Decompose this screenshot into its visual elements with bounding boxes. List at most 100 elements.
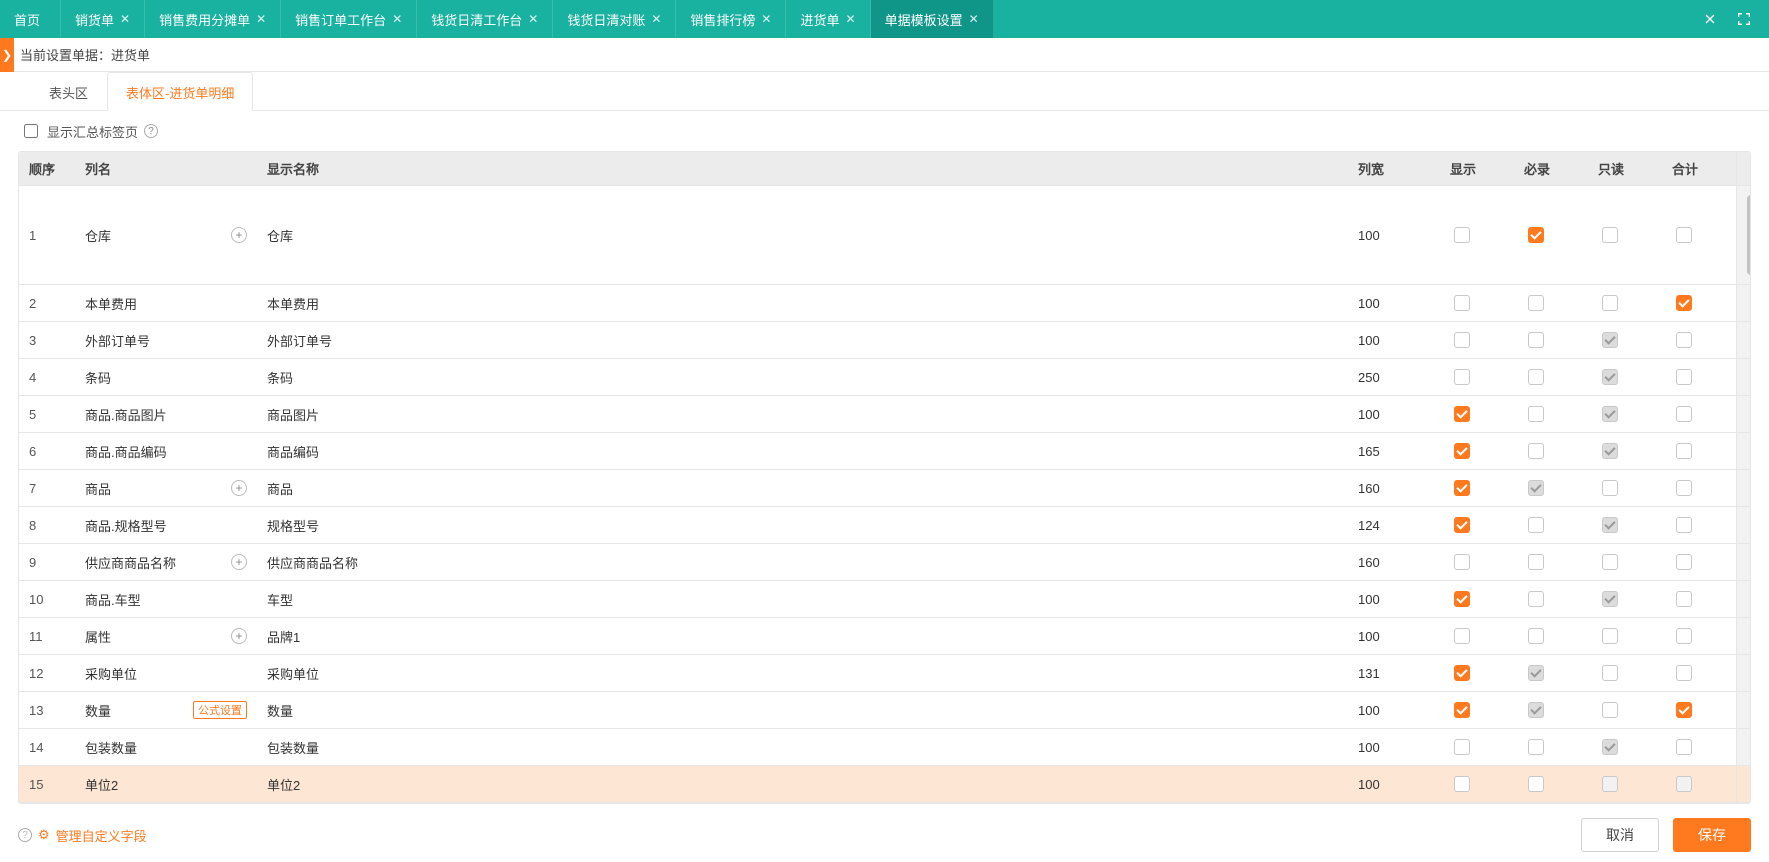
manage-custom-fields-link[interactable]: 管理自定义字段	[56, 826, 147, 845]
tab-close-icon[interactable]: ✕	[969, 12, 979, 26]
cell-display-name[interactable]: 外部订单号	[257, 322, 1348, 359]
tab-7[interactable]: 进货单✕	[786, 0, 870, 38]
tab-close-icon[interactable]: ✕	[256, 12, 266, 26]
table-row[interactable]: 2本单费用本单费用100	[19, 285, 1750, 322]
chk-show[interactable]	[1454, 591, 1470, 607]
cell-width[interactable]: 124	[1348, 507, 1440, 544]
chk-sum[interactable]	[1676, 369, 1692, 385]
fullscreen-button[interactable]	[1727, 0, 1761, 38]
scrollbar-thumb[interactable]	[1747, 195, 1752, 275]
close-all-tabs-button[interactable]	[1693, 0, 1727, 38]
cell-width[interactable]: 100	[1348, 396, 1440, 433]
chk-show[interactable]	[1454, 554, 1470, 570]
context-chevron-icon[interactable]: ❯	[0, 38, 14, 72]
chk-sum[interactable]	[1676, 227, 1692, 243]
add-child-button[interactable]: +	[231, 227, 247, 243]
chk-show[interactable]	[1454, 227, 1470, 243]
add-child-button[interactable]: +	[231, 480, 247, 496]
cell-display-name[interactable]: 品牌1	[257, 618, 1348, 655]
chk-sum[interactable]	[1676, 554, 1692, 570]
tab-close-icon[interactable]: ✕	[120, 12, 130, 26]
tab-1[interactable]: 销货单✕	[61, 0, 145, 38]
cell-display-name[interactable]: 供应商商品名称	[257, 544, 1348, 581]
table-row[interactable]: 15单位2单位2100	[19, 766, 1750, 803]
chk-required[interactable]	[1528, 332, 1544, 348]
chk-show[interactable]	[1454, 702, 1470, 718]
col-name[interactable]: 列名	[75, 152, 257, 186]
cell-width[interactable]: 100	[1348, 186, 1440, 285]
cell-width[interactable]: 250	[1348, 359, 1440, 396]
cell-width[interactable]: 165	[1348, 433, 1440, 470]
tab-4[interactable]: 钱货日清工作台✕	[417, 0, 553, 38]
col-width[interactable]: 列宽	[1348, 152, 1440, 186]
chk-required[interactable]	[1528, 443, 1544, 459]
cell-display-name[interactable]: 规格型号	[257, 507, 1348, 544]
col-sum[interactable]: 合计	[1662, 152, 1736, 186]
chk-required[interactable]	[1528, 554, 1544, 570]
table-row[interactable]: 10商品.车型车型100	[19, 581, 1750, 618]
chk-sum[interactable]	[1676, 628, 1692, 644]
cell-width[interactable]: 100	[1348, 692, 1440, 729]
cell-width[interactable]: 131	[1348, 655, 1440, 692]
chk-readonly[interactable]	[1602, 665, 1618, 681]
chk-show[interactable]	[1454, 369, 1470, 385]
tab-5[interactable]: 钱货日清对账✕	[553, 0, 676, 38]
col-ro[interactable]: 只读	[1588, 152, 1662, 186]
cell-width[interactable]: 160	[1348, 544, 1440, 581]
chk-required[interactable]	[1528, 591, 1544, 607]
chk-sum[interactable]	[1676, 332, 1692, 348]
chk-readonly[interactable]	[1602, 227, 1618, 243]
table-row[interactable]: 13数量公式设置数量100	[19, 692, 1750, 729]
col-seq[interactable]: 顺序	[19, 152, 75, 186]
table-row[interactable]: 4条码条码250	[19, 359, 1750, 396]
save-button[interactable]: 保存	[1673, 818, 1751, 852]
chk-show[interactable]	[1454, 406, 1470, 422]
chk-show[interactable]	[1454, 776, 1470, 792]
cell-display-name[interactable]: 商品	[257, 470, 1348, 507]
col-disp[interactable]: 显示名称	[257, 152, 1348, 186]
cell-width[interactable]: 100	[1348, 322, 1440, 359]
tab-close-icon[interactable]: ✕	[528, 12, 538, 26]
chk-required[interactable]	[1528, 369, 1544, 385]
show-summary-tab-checkbox[interactable]	[24, 124, 38, 138]
chk-required[interactable]	[1528, 227, 1544, 243]
chk-show[interactable]	[1454, 628, 1470, 644]
table-row[interactable]: 6商品.商品编码商品编码165	[19, 433, 1750, 470]
table-row[interactable]: 5商品.商品图片商品图片100	[19, 396, 1750, 433]
table-row[interactable]: 12采购单位采购单位131	[19, 655, 1750, 692]
tab-3[interactable]: 销售订单工作台✕	[281, 0, 417, 38]
chk-required[interactable]	[1528, 406, 1544, 422]
tab-8[interactable]: 单据模板设置✕	[871, 0, 994, 38]
chk-readonly[interactable]	[1602, 295, 1618, 311]
chk-required[interactable]	[1528, 776, 1544, 792]
cell-display-name[interactable]: 商品图片	[257, 396, 1348, 433]
sub-tab-1[interactable]: 表体区-进货单明细	[107, 72, 253, 111]
chk-sum[interactable]	[1676, 480, 1692, 496]
chk-sum[interactable]	[1676, 443, 1692, 459]
chk-required[interactable]	[1528, 739, 1544, 755]
chk-required[interactable]	[1528, 628, 1544, 644]
cell-display-name[interactable]: 包装数量	[257, 729, 1348, 766]
table-row[interactable]: 7商品+商品160	[19, 470, 1750, 507]
cell-width[interactable]: 100	[1348, 729, 1440, 766]
cell-display-name[interactable]: 数量	[257, 692, 1348, 729]
table-row[interactable]: 11属性+品牌1100	[19, 618, 1750, 655]
cell-display-name[interactable]: 本单费用	[257, 285, 1348, 322]
tab-close-icon[interactable]: ✕	[651, 12, 661, 26]
chk-show[interactable]	[1454, 480, 1470, 496]
add-child-button[interactable]: +	[231, 554, 247, 570]
cancel-button[interactable]: 取消	[1581, 818, 1659, 852]
cell-width[interactable]: 100	[1348, 285, 1440, 322]
chk-required[interactable]	[1528, 295, 1544, 311]
cell-display-name[interactable]: 单位2	[257, 766, 1348, 803]
table-row[interactable]: 1仓库+仓库100	[19, 186, 1750, 285]
chk-readonly[interactable]	[1602, 480, 1618, 496]
chk-sum[interactable]	[1676, 406, 1692, 422]
col-req[interactable]: 必录	[1514, 152, 1588, 186]
table-row[interactable]: 9供应商商品名称+供应商商品名称160	[19, 544, 1750, 581]
tab-6[interactable]: 销售排行榜✕	[676, 0, 786, 38]
cell-width[interactable]: 100	[1348, 766, 1440, 803]
chk-sum[interactable]	[1676, 295, 1692, 311]
chk-readonly[interactable]	[1602, 628, 1618, 644]
chk-show[interactable]	[1454, 443, 1470, 459]
